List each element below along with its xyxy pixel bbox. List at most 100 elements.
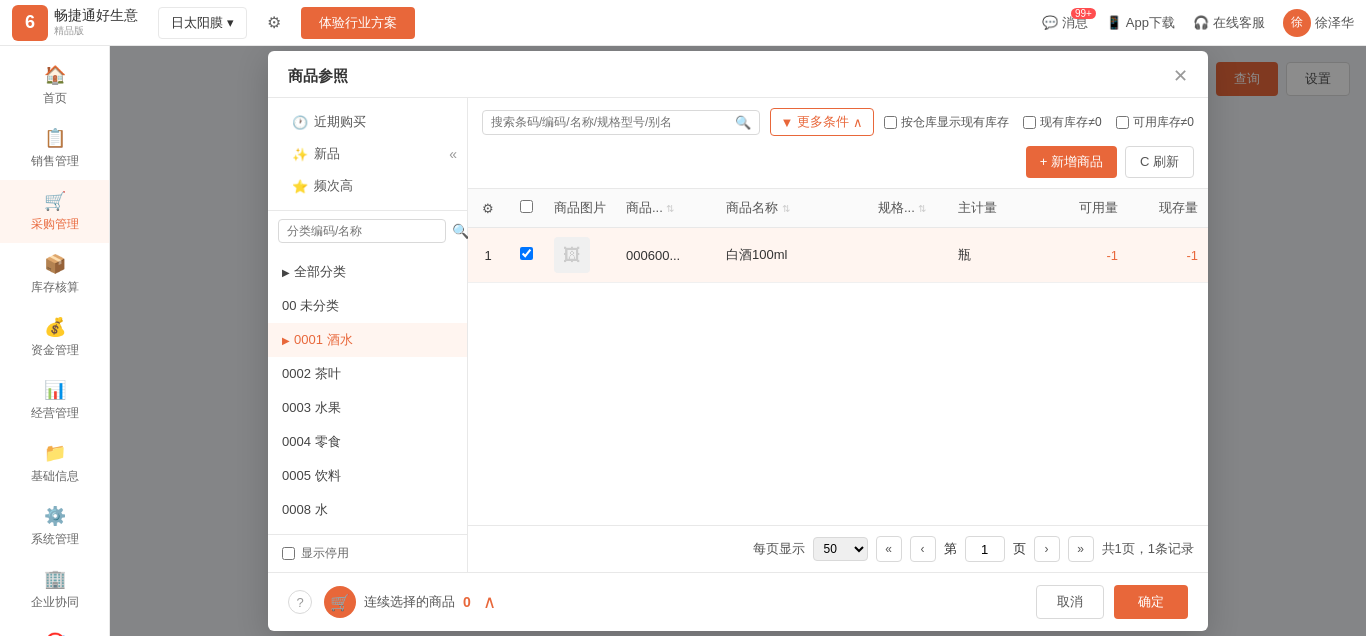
gear-icon[interactable]: ⚙ bbox=[259, 8, 289, 38]
cat-search-button[interactable]: 🔍 bbox=[452, 223, 469, 239]
sidebar-item-guide[interactable]: 🎯 新手引导 bbox=[0, 621, 109, 636]
checkbox-group: 按仓库显示现有库存 现有库存≠0 可用库存≠0 bbox=[884, 114, 1194, 131]
col-header-avail: 可用量 bbox=[1028, 189, 1128, 228]
cat-new-label: 新品 bbox=[314, 145, 340, 163]
sidebar-item-home[interactable]: 🏠 首页 bbox=[0, 54, 109, 117]
page-number-input[interactable] bbox=[965, 536, 1005, 562]
cart-icon[interactable]: 🛒 bbox=[324, 586, 356, 618]
basic-icon: 📁 bbox=[44, 442, 66, 464]
triangle-icon: ▶ bbox=[282, 267, 290, 278]
sidebar-label-finance: 资金管理 bbox=[31, 342, 79, 359]
row-checkbox[interactable] bbox=[520, 247, 533, 260]
chevron-down-icon: ▾ bbox=[227, 15, 234, 30]
show-disabled-checkbox[interactable]: 显示停用 bbox=[282, 545, 453, 562]
collapse-button[interactable]: ∧ bbox=[483, 591, 496, 613]
system-icon: ⚙️ bbox=[44, 505, 66, 527]
col-header-unit: 主计量 bbox=[948, 189, 1028, 228]
page-total-info: 共1页，1条记录 bbox=[1102, 540, 1194, 558]
layout: 🏠 首页 📋 销售管理 🛒 采购管理 📦 库存核算 💰 资金管理 📊 经营管理 … bbox=[0, 46, 1366, 636]
category-panel: 🕐 近期购买 ✨ 新品 ⭐ 频次高 bbox=[268, 98, 468, 572]
cell-stock: -1 bbox=[1128, 228, 1208, 283]
message-button[interactable]: 💬 消息 99+ bbox=[1042, 14, 1088, 32]
app-download-button[interactable]: 📱 App下载 bbox=[1106, 14, 1175, 32]
page-unit: 页 bbox=[1013, 540, 1026, 558]
app-download-label: App下载 bbox=[1126, 14, 1175, 32]
cat-item-0008[interactable]: 0008 水 bbox=[268, 493, 467, 527]
cat-item-0010[interactable]: 0010 家电 bbox=[268, 527, 467, 534]
cat-quick-nav: 🕐 近期购买 ✨ 新品 ⭐ 频次高 bbox=[278, 106, 449, 202]
checkbox-current[interactable]: 现有库存≠0 bbox=[1023, 114, 1101, 131]
col-header-img: 商品图片 bbox=[544, 189, 616, 228]
product-search-input[interactable] bbox=[491, 115, 729, 129]
footer-actions: 取消 确定 bbox=[1036, 585, 1188, 619]
sidebar-item-system[interactable]: ⚙️ 系统管理 bbox=[0, 495, 109, 558]
cart-label: 连续选择的商品 bbox=[364, 593, 455, 611]
app-name: 畅捷通好生意 bbox=[54, 7, 138, 24]
sidebar-label-enterprise: 企业协同 bbox=[31, 594, 79, 611]
confirm-button[interactable]: 确定 bbox=[1114, 585, 1188, 619]
sort-spec-icon[interactable]: ⇅ bbox=[918, 203, 926, 214]
sidebar-item-enterprise[interactable]: 🏢 企业协同 bbox=[0, 558, 109, 621]
table-area: ⚙ 商品图片 商品... ⇅ 商品名称 ⇅ 规格... ⇅ bbox=[468, 189, 1208, 525]
cat-item-uncategorized[interactable]: 00 未分类 bbox=[268, 289, 467, 323]
per-page-label: 每页显示 bbox=[753, 540, 805, 558]
filter-icon: ▼ bbox=[781, 115, 794, 130]
sidebar-item-inventory[interactable]: 📦 库存核算 bbox=[0, 243, 109, 306]
add-product-button[interactable]: + 新增商品 bbox=[1026, 146, 1117, 178]
per-page-select[interactable]: 10 20 50 100 bbox=[813, 537, 868, 561]
user-menu[interactable]: 徐 徐泽华 bbox=[1283, 9, 1354, 37]
cat-item-0002[interactable]: 0002 茶叶 bbox=[268, 357, 467, 391]
clock-icon: 🕐 bbox=[292, 115, 308, 130]
sidebar-label-sales: 销售管理 bbox=[31, 153, 79, 170]
cell-num: 1 bbox=[468, 228, 508, 283]
checkbox-current-input[interactable] bbox=[1023, 116, 1036, 129]
page-prev-button[interactable]: ‹ bbox=[910, 536, 936, 562]
cart-count: 0 bbox=[463, 594, 471, 610]
cat-item-all[interactable]: ▶ 全部分类 bbox=[268, 255, 467, 289]
nav-selector-label: 日太阳膜 bbox=[171, 14, 223, 32]
sidebar-item-purchase[interactable]: 🛒 采购管理 bbox=[0, 180, 109, 243]
operation-icon: 📊 bbox=[44, 379, 66, 401]
show-disabled-input[interactable] bbox=[282, 547, 295, 560]
checkbox-available[interactable]: 可用库存≠0 bbox=[1116, 114, 1194, 131]
sidebar-item-basic[interactable]: 📁 基础信息 bbox=[0, 432, 109, 495]
help-icon[interactable]: ? bbox=[288, 590, 312, 614]
checkbox-warehouse-input[interactable] bbox=[884, 116, 897, 129]
cat-recent[interactable]: 🕐 近期购买 bbox=[278, 106, 449, 138]
select-all-checkbox[interactable] bbox=[520, 200, 533, 213]
content-panel: 🔍 ▼ 更多条件 ∧ 按仓库显示现有库存 bbox=[468, 98, 1208, 572]
page-first-button[interactable]: « bbox=[876, 536, 902, 562]
cat-item-0005[interactable]: 0005 饮料 bbox=[268, 459, 467, 493]
search-icon[interactable]: 🔍 bbox=[735, 115, 751, 130]
modal-header: 商品参照 ✕ bbox=[268, 51, 1208, 98]
cat-frequent[interactable]: ⭐ 频次高 bbox=[278, 170, 449, 202]
cat-item-0004[interactable]: 0004 零食 bbox=[268, 425, 467, 459]
sidebar-item-operation[interactable]: 📊 经营管理 bbox=[0, 369, 109, 432]
modal-close-button[interactable]: ✕ bbox=[1173, 65, 1188, 87]
sort-code-icon[interactable]: ⇅ bbox=[666, 203, 674, 214]
cat-item-0003[interactable]: 0003 水果 bbox=[268, 391, 467, 425]
sidebar-item-sales[interactable]: 📋 销售管理 bbox=[0, 117, 109, 180]
cat-new[interactable]: ✨ 新品 bbox=[278, 138, 449, 170]
filter-button[interactable]: ▼ 更多条件 ∧ bbox=[770, 108, 875, 136]
refresh-button[interactable]: C 刷新 bbox=[1125, 146, 1194, 178]
table-row[interactable]: 1 🖼 000600... 白酒100ml bbox=[468, 228, 1208, 283]
page-label: 第 bbox=[944, 540, 957, 558]
guide-icon: 🎯 bbox=[44, 631, 66, 636]
page-next-button[interactable]: › bbox=[1034, 536, 1060, 562]
experience-button[interactable]: 体验行业方案 bbox=[301, 7, 415, 39]
sidebar-label-operation: 经营管理 bbox=[31, 405, 79, 422]
nav-selector[interactable]: 日太阳膜 ▾ bbox=[158, 7, 247, 39]
checkbox-available-input[interactable] bbox=[1116, 116, 1129, 129]
sidebar-item-finance[interactable]: 💰 资金管理 bbox=[0, 306, 109, 369]
page-last-button[interactable]: » bbox=[1068, 536, 1094, 562]
online-service-button[interactable]: 🎧 在线客服 bbox=[1193, 14, 1265, 32]
product-reference-modal: 商品参照 ✕ 🕐 近期购买 bbox=[268, 51, 1208, 631]
cat-item-0001[interactable]: ▶ 0001 酒水 bbox=[268, 323, 467, 357]
cat-collapse-button[interactable]: « bbox=[449, 146, 457, 162]
sort-name-icon[interactable]: ⇅ bbox=[782, 203, 790, 214]
cancel-button[interactable]: 取消 bbox=[1036, 585, 1104, 619]
settings-icon[interactable]: ⚙ bbox=[482, 201, 494, 216]
cat-search-input[interactable] bbox=[278, 219, 446, 243]
checkbox-warehouse[interactable]: 按仓库显示现有库存 bbox=[884, 114, 1009, 131]
